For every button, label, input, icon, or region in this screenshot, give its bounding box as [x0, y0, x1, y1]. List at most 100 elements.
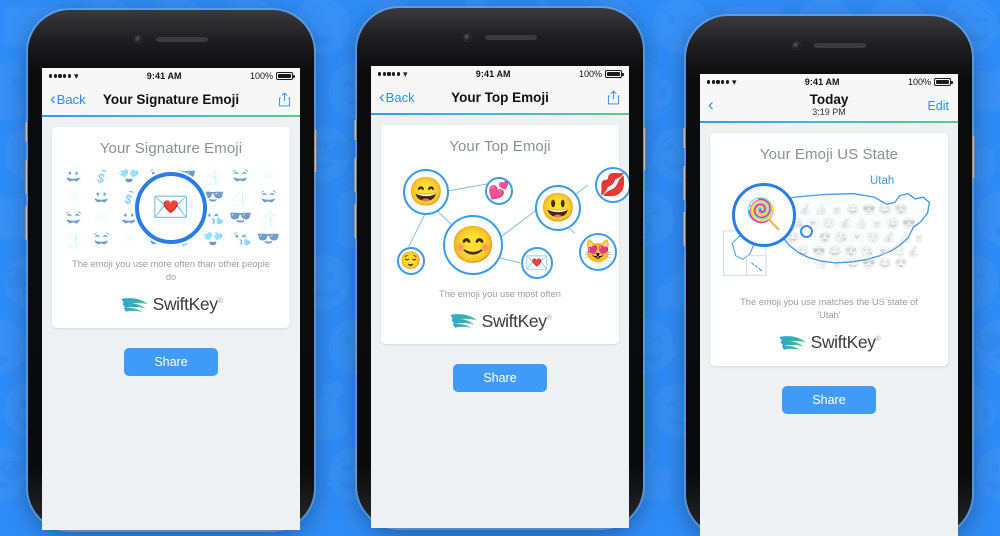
screen-content: Your Signature Emoji 😀💰😍😘😎👍😂🍺🍺😀💰😍😘😎👍😂😂🍺😀…: [42, 116, 300, 530]
back-button[interactable]: ‹ Back: [379, 88, 415, 106]
map-fill-emoji: 🍺: [830, 257, 844, 270]
map-fill-emoji: 😀: [846, 203, 860, 216]
swiftkey-wordmark: SwiftKey®: [481, 310, 552, 331]
love-letter-emoji: 💌: [525, 252, 549, 274]
swiftkey-logo: SwiftKey®: [778, 332, 881, 354]
phone-top-emoji: ▾ 9:41 AM 100% ‹ Back Your Top Emoji You…: [354, 8, 646, 528]
screen-content: Your Top Emoji 😄 💕 😊 😌 😃 💋 😻 💌 The emoji…: [371, 114, 629, 528]
emoji-bubble[interactable]: 😌: [397, 246, 425, 275]
emoji-grid-cell: 😀: [61, 165, 86, 187]
swiftkey-logo: SwiftKey®: [449, 310, 552, 332]
nav-bar: ‹ Today 3:19 PM Edit: [700, 90, 958, 121]
featured-emoji-ring[interactable]: 🍭: [732, 182, 796, 247]
emoji-bubble[interactable]: 😊: [443, 214, 503, 275]
share-button-wrap: Share: [381, 364, 619, 393]
status-bar-right: 100%: [579, 69, 624, 79]
back-button[interactable]: ‹: [708, 95, 714, 114]
volume-down-button[interactable]: [25, 206, 28, 240]
status-bar: ▾ 9:41 AM 100%: [700, 74, 958, 90]
result-card: Your Signature Emoji 😀💰😍😘😎👍😂🍺🍺😀💰😍😘😎👍😂😂🍺😀…: [52, 126, 290, 328]
status-bar: ▾ 9:41 AM 100%: [42, 68, 300, 84]
chevron-left-icon: ‹: [708, 95, 714, 114]
emoji-grid-cell: 😂: [228, 165, 253, 187]
emoji-grid-cell: 🍺: [256, 165, 281, 187]
phone-screen: ▾ 9:41 AM 100% ‹ Today 3:19 PM Edit Your…: [700, 74, 958, 536]
emoji-bubble[interactable]: 💌: [521, 246, 553, 279]
relieved-emoji: 😌: [400, 250, 422, 270]
result-card: Your Top Emoji 😄 💕 😊 😌 😃 💋 😻 💌 The emoji…: [381, 124, 629, 345]
edit-button[interactable]: Edit: [927, 99, 949, 113]
battery-percent-label: 100%: [249, 71, 273, 81]
power-button[interactable]: [643, 128, 646, 170]
emoji-bubble[interactable]: 😄: [403, 168, 449, 215]
nav-bar: ‹ Back Your Signature Emoji: [42, 84, 300, 115]
volume-up-button[interactable]: [683, 166, 686, 200]
emoji-grid-cell: 😘: [228, 228, 253, 250]
share-icon: [278, 92, 291, 107]
ring-switch[interactable]: [25, 122, 28, 142]
emoji-bubble-network: 😄 💕 😊 😌 😃 💋 😻 💌: [389, 163, 629, 281]
share-nav-button[interactable]: [278, 92, 291, 107]
map-fill-emoji: 😍: [844, 245, 858, 258]
phone-screen: ▾ 9:41 AM 100% ‹ Back Your Signature Emo…: [42, 68, 300, 530]
map-fill-emoji: 😎: [862, 257, 876, 270]
power-button[interactable]: [314, 130, 317, 172]
map-fill-emoji: 💌: [876, 245, 890, 258]
volume-down-button[interactable]: [683, 212, 686, 246]
emoji-grid-cell: 👍: [61, 228, 86, 250]
volume-up-button[interactable]: [25, 160, 28, 194]
emoji-bubble[interactable]: 💕: [485, 176, 513, 205]
share-nav-button[interactable]: [607, 90, 620, 105]
front-camera-icon: [463, 33, 471, 41]
map-fill-emoji: 🍺: [912, 231, 926, 244]
map-fill-emoji: 😍: [894, 203, 908, 216]
heart-eyes-cat-emoji: 😻: [583, 238, 613, 265]
highlighted-emoji-ring[interactable]: 💌: [135, 171, 207, 244]
nav-title-text: Today: [809, 92, 849, 108]
emoji-grid-cell: 😎: [256, 228, 281, 250]
swiftkey-logo: SwiftKey®: [120, 294, 223, 316]
map-fill-emoji: 😎: [812, 245, 826, 258]
signal-strength-icon: [707, 80, 729, 84]
earpiece-speaker: [155, 36, 208, 42]
signal-strength-icon: [49, 74, 71, 78]
map-fill-emoji: 💰: [906, 245, 920, 258]
map-fill-emoji: 😀: [846, 257, 860, 270]
swiftkey-wordmark: SwiftKey®: [152, 294, 223, 315]
back-button[interactable]: ‹ Back: [50, 89, 86, 108]
share-button[interactable]: Share: [453, 364, 547, 393]
emoji-grid-cell: 👍: [228, 186, 253, 208]
volume-up-button[interactable]: [354, 158, 357, 192]
share-button-wrap: Share: [710, 385, 948, 414]
map-fill-emoji: 👍: [898, 231, 912, 244]
emoji-grid-cell: 👍: [200, 165, 225, 187]
map-fill-emoji: 😌: [866, 231, 880, 244]
share-button[interactable]: Share: [124, 347, 218, 376]
power-button[interactable]: [972, 136, 975, 178]
emoji-bubble[interactable]: 💋: [595, 166, 629, 203]
ring-switch[interactable]: [683, 128, 686, 148]
map-fill-emoji: 😂: [828, 245, 842, 258]
map-fill-emoji: 💰: [798, 203, 812, 216]
battery-percent-label: 100%: [907, 77, 931, 87]
swiftkey-wordmark: SwiftKey®: [810, 332, 881, 353]
share-button[interactable]: Share: [782, 385, 876, 414]
phone-emoji-us-state: ▾ 9:41 AM 100% ‹ Today 3:19 PM Edit Your…: [683, 16, 975, 536]
emoji-bubble[interactable]: 😃: [535, 184, 581, 231]
us-map-visualization: Utah 🍭 💰 👍 🍺 😀 😎 😂 😍 😘 💌 😌 💰 👍 🍺 😀 😎 😂 😍 😘 💌 😌 💰 👍 🍺 😀 😎 😂 😍 😘 💌 😌 💰 👍 🍺…: [718, 171, 940, 289]
map-fill-emoji: 😘: [834, 231, 848, 244]
map-fill-emoji: 🍺: [830, 203, 844, 216]
volume-down-button[interactable]: [354, 204, 357, 238]
card-title: Your Top Emoji: [449, 137, 551, 155]
lollipop-emoji: 🍭: [745, 198, 783, 232]
result-card: Your Emoji US State Utah 🍭 💰 👍 🍺 😀 😎 😂 😍…: [710, 132, 948, 366]
utah-location-marker: [800, 224, 813, 238]
map-fill-emoji: 👍: [814, 257, 828, 270]
chevron-left-icon: ‹: [50, 89, 56, 108]
emoji-grid-cell: 😀: [89, 186, 114, 208]
wifi-icon: ▾: [402, 68, 408, 79]
emoji-grid-cell: 😂: [61, 207, 86, 229]
ring-switch[interactable]: [354, 120, 357, 140]
emoji-bubble[interactable]: 😻: [579, 232, 617, 271]
status-bar-time: 9:41 AM: [475, 69, 511, 79]
